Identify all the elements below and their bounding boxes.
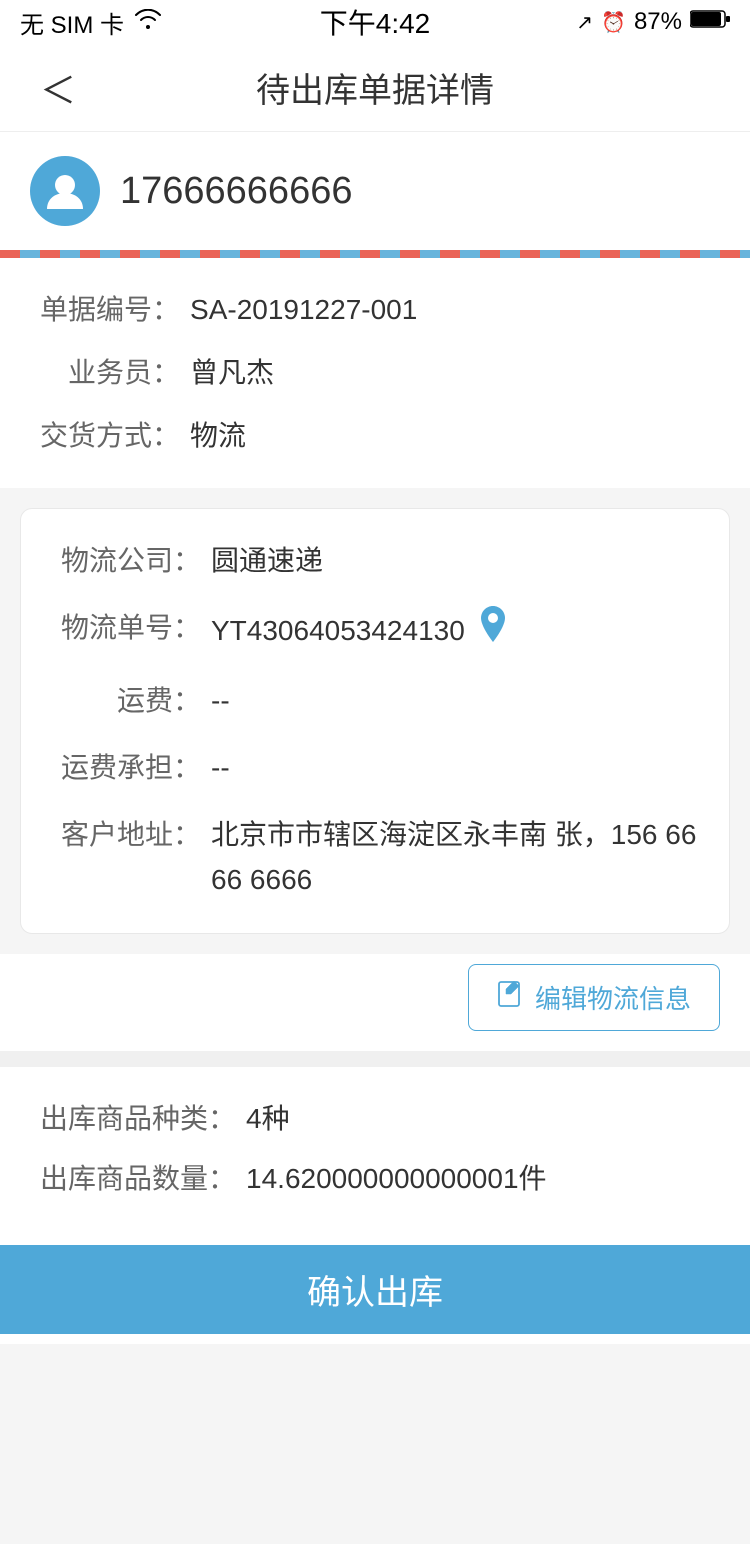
product-quantity-label: 出库商品数量： [40, 1157, 236, 1197]
confirm-outbound-button[interactable]: 确认出库 [0, 1265, 750, 1314]
confirm-btn-wrapper: 确认出库 [0, 1245, 750, 1334]
edit-icon [497, 980, 525, 1015]
logistics-card: 物流公司： 圆通速递 物流单号： YT43064053424130 运费： --… [20, 508, 730, 933]
status-bar: 无 SIM 卡 下午4:42 ↗ ⏰ 87% [0, 0, 750, 44]
dashed-divider [0, 250, 750, 258]
battery-label: 87% [634, 8, 682, 36]
edit-logistics-row: 编辑物流信息 [0, 954, 750, 1051]
logistics-freight-label: 运费： [51, 679, 201, 724]
logistics-address-row: 客户地址： 北京市市辖区海淀区永丰南 张，156 6666 6666 [51, 813, 699, 903]
order-info-section: 单据编号： SA-20191227-001 业务员： 曾凡杰 交货方式： 物流 [0, 258, 750, 488]
order-no-label: 单据编号： [40, 288, 180, 333]
edit-logistics-button[interactable]: 编辑物流信息 [468, 964, 720, 1031]
product-quantity-value: 14.620000000000001件 [246, 1157, 547, 1197]
wifi-icon [134, 8, 162, 36]
salesman-value: 曾凡杰 [190, 351, 710, 396]
order-no-value: SA-20191227-001 [190, 288, 710, 333]
logistics-address-value: 北京市市辖区海淀区永丰南 张，156 6666 6666 [211, 813, 699, 903]
location-status-icon: ↗ [576, 10, 593, 35]
status-bar-left: 无 SIM 卡 [20, 5, 162, 40]
logistics-tracking-row: 物流单号： YT43064053424130 [51, 606, 699, 657]
nav-title: 待出库单据详情 [256, 63, 494, 112]
logistics-freight-row: 运费： -- [51, 679, 699, 724]
salesman-row: 业务员： 曾凡杰 [40, 351, 710, 396]
logistics-freight-value: -- [211, 679, 699, 724]
logistics-company-value: 圆通速递 [211, 539, 699, 584]
avatar [30, 156, 100, 226]
product-section: 出库商品种类： 4种 出库商品数量： 14.620000000000001件 [0, 1067, 750, 1237]
logistics-company-row: 物流公司： 圆通速递 [51, 539, 699, 584]
logistics-freight-bearer-label: 运费承担： [51, 746, 201, 791]
product-types-row: 出库商品种类： 4种 [40, 1097, 710, 1137]
delivery-value: 物流 [190, 414, 710, 459]
back-button[interactable]: ＜ [30, 52, 86, 124]
tracking-number: YT43064053424130 [211, 609, 465, 654]
status-bar-time: 下午4:42 [320, 2, 431, 42]
logistics-address-label: 客户地址： [51, 813, 201, 858]
section-divider [0, 1051, 750, 1067]
product-types-value: 4种 [246, 1097, 290, 1137]
customer-header: 17666666666 [0, 132, 750, 250]
status-bar-right: ↗ ⏰ 87% [576, 8, 730, 36]
nav-bar: ＜ 待出库单据详情 [0, 44, 750, 132]
edit-logistics-label: 编辑物流信息 [535, 979, 691, 1016]
order-no-row: 单据编号： SA-20191227-001 [40, 288, 710, 333]
product-quantity-row: 出库商品数量： 14.620000000000001件 [40, 1157, 710, 1197]
carrier-label: 无 SIM 卡 [20, 5, 124, 40]
customer-phone: 17666666666 [120, 170, 352, 213]
map-pin-icon[interactable] [477, 606, 509, 657]
product-types-label: 出库商品种类： [40, 1097, 236, 1137]
logistics-tracking-value: YT43064053424130 [211, 606, 699, 657]
logistics-freight-bearer-value: -- [211, 746, 699, 791]
bottom-spacer [0, 1344, 750, 1544]
alarm-icon: ⏰ [601, 10, 626, 35]
delivery-label: 交货方式： [40, 414, 180, 459]
delivery-row: 交货方式： 物流 [40, 414, 710, 459]
salesman-label: 业务员： [40, 351, 180, 396]
logistics-freight-bearer-row: 运费承担： -- [51, 746, 699, 791]
logistics-tracking-label: 物流单号： [51, 606, 201, 651]
logistics-company-label: 物流公司： [51, 539, 201, 584]
battery-icon [690, 8, 730, 36]
